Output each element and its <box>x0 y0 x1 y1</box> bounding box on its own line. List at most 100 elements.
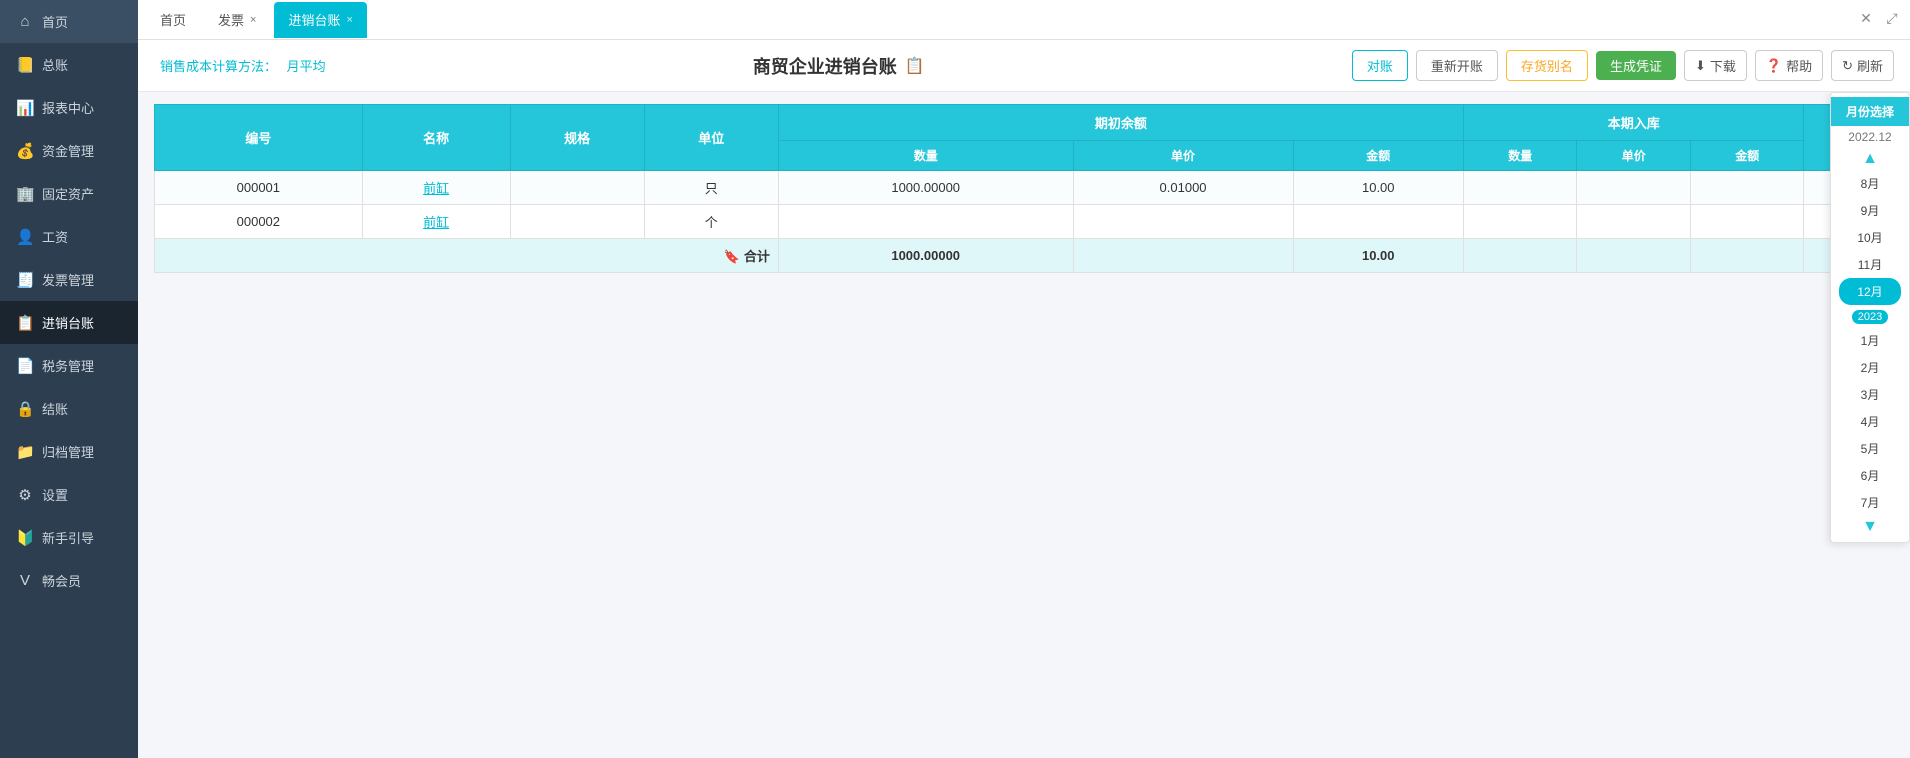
col-opening-balance: 期初余额 <box>778 105 1463 141</box>
save-alias-button[interactable]: 存货别名 <box>1506 50 1588 81</box>
month-3[interactable]: 3月 <box>1831 381 1909 408</box>
download-icon: ⬇ <box>1695 58 1706 74</box>
funds-icon: 💰 <box>16 142 34 160</box>
cost-method: 销售成本计算方法： 月平均 <box>154 56 326 75</box>
tab-label-inventory-ledger: 进销台账 <box>288 10 340 29</box>
month-panel: 月份选择 2022.12 ▲ 8月 9月 10月 11月 12月 2023 1月… <box>1830 92 1910 543</box>
sidebar-item-ledger[interactable]: 📒总账 <box>0 43 138 86</box>
sidebar-label-assets: 固定资产 <box>42 184 94 203</box>
col-current-in: 本期入库 <box>1463 105 1804 141</box>
sidebar-item-reports[interactable]: 📊报表中心 <box>0 86 138 129</box>
sidebar-item-home[interactable]: ⌂首页 <box>0 0 138 43</box>
sidebar-item-invoice-mgmt[interactable]: 🧾发票管理 <box>0 258 138 301</box>
cell-in-qty <box>1463 205 1577 239</box>
month-2[interactable]: 2月 <box>1831 354 1909 381</box>
table-area: 编号 名称 规格 单位 期初余额 本期入库 数 数量 单价 金额 数量 单价 <box>138 92 1910 758</box>
sidebar-item-funds[interactable]: 💰资金管理 <box>0 129 138 172</box>
tab-invoice[interactable]: 发票 × <box>204 2 270 38</box>
sidebar-label-closing: 结账 <box>42 399 68 418</box>
sidebar-item-member[interactable]: V 畅会员 <box>0 559 138 602</box>
month-1[interactable]: 1月 <box>1831 327 1909 354</box>
name-link[interactable]: 前缸 <box>423 181 449 196</box>
month-11[interactable]: 11月 <box>1831 251 1909 278</box>
total-open-price <box>1073 239 1293 273</box>
sidebar-item-closing[interactable]: 🔒结账 <box>0 387 138 430</box>
download-button[interactable]: ⬇ 下载 <box>1684 50 1747 81</box>
title-link-icon[interactable]: 📋 <box>905 56 925 76</box>
tab-close-invoice[interactable]: × <box>250 14 256 26</box>
toolbar-actions: 对账 重新开账 存货别名 生成凭证 ⬇ 下载 ❓ 帮助 ↻ 刷新 <box>1352 50 1894 81</box>
sidebar-item-archive[interactable]: 📁 归档管理 <box>0 430 138 473</box>
table-row: 000001 前缸 只 1000.00000 0.01000 10.00 <box>155 171 1894 205</box>
member-icon: V <box>16 572 34 589</box>
reopen-button[interactable]: 重新开账 <box>1416 50 1498 81</box>
sidebar-item-inventory[interactable]: 📋进销台账 <box>0 301 138 344</box>
tab-bar: 首页发票 × 进销台账 × <box>138 0 1910 40</box>
year-2022-label: 2022.12 <box>1831 126 1909 148</box>
tab-close-inventory-ledger[interactable]: × <box>346 14 352 26</box>
refresh-button[interactable]: ↻ 刷新 <box>1831 50 1894 81</box>
col-in-qty: 数量 <box>1463 141 1577 171</box>
assets-icon: 🏢 <box>16 185 34 203</box>
sidebar-item-payroll[interactable]: 👤 工资 <box>0 215 138 258</box>
month-6[interactable]: 6月 <box>1831 462 1909 489</box>
total-in-qty <box>1463 239 1577 273</box>
generate-voucher-button[interactable]: 生成凭证 <box>1596 51 1676 80</box>
invoice-mgmt-icon: 🧾 <box>16 271 34 289</box>
cost-method-label: 销售成本计算方法： <box>160 59 277 74</box>
sidebar-item-settings[interactable]: ⚙ 设置 <box>0 473 138 516</box>
col-open-qty: 数量 <box>778 141 1073 171</box>
page-header: 销售成本计算方法： 月平均 商贸企业进销台账 📋 对账 重新开账 存货别名 生成… <box>138 40 1910 92</box>
total-open-qty: 1000.00000 <box>778 239 1073 273</box>
sidebar-item-tax[interactable]: 📄税务管理 <box>0 344 138 387</box>
month-7[interactable]: 7月 <box>1831 489 1909 516</box>
month-8[interactable]: 8月 <box>1831 170 1909 197</box>
payroll-icon: 👤 <box>16 228 34 246</box>
name-link[interactable]: 前缸 <box>423 215 449 230</box>
guide-icon: 🔰 <box>16 529 34 547</box>
archive-icon: 📁 <box>16 443 34 461</box>
total-in-price <box>1577 239 1691 273</box>
maximize-button[interactable]: ⤢ <box>1882 8 1902 28</box>
month-4[interactable]: 4月 <box>1831 408 1909 435</box>
cell-name: 前缸 <box>362 205 510 239</box>
cell-code: 000002 <box>155 205 363 239</box>
help-button[interactable]: ❓ 帮助 <box>1755 50 1823 81</box>
sidebar-item-assets[interactable]: 🏢 固定资产 <box>0 172 138 215</box>
month-12-active[interactable]: 12月 <box>1839 278 1901 305</box>
help-icon: ❓ <box>1766 58 1782 74</box>
col-open-price: 单价 <box>1073 141 1293 171</box>
cell-name: 前缸 <box>362 171 510 205</box>
sidebar-item-guide[interactable]: 🔰新手引导 <box>0 516 138 559</box>
sidebar-label-archive: 归档管理 <box>42 442 94 461</box>
cell-spec <box>510 171 644 205</box>
scroll-up-button[interactable]: ▲ <box>1831 148 1909 170</box>
month-10[interactable]: 10月 <box>1831 224 1909 251</box>
col-name: 名称 <box>362 105 510 171</box>
tab-home[interactable]: 首页 <box>146 2 200 38</box>
sidebar-label-reports: 报表中心 <box>42 98 94 117</box>
main-area: 首页发票 × 进销台账 × 销售成本计算方法： 月平均 商贸企业进销台账 📋 对账 重… <box>138 0 1910 758</box>
refresh-icon: ↻ <box>1842 58 1853 74</box>
sidebar-label-member: 畅会员 <box>42 571 81 590</box>
reconcile-button[interactable]: 对账 <box>1352 50 1408 81</box>
tab-label-invoice: 发票 <box>218 10 244 29</box>
sidebar-label-payroll: 工资 <box>42 227 68 246</box>
sidebar-label-settings: 设置 <box>42 485 68 504</box>
settings-icon: ⚙ <box>16 486 34 504</box>
tab-inventory-ledger[interactable]: 进销台账 × <box>274 2 366 38</box>
cell-open-price: 0.01000 <box>1073 171 1293 205</box>
month-5[interactable]: 5月 <box>1831 435 1909 462</box>
close-button[interactable]: ✕ <box>1856 8 1876 28</box>
ledger-icon: 📒 <box>16 56 34 74</box>
col-in-price: 单价 <box>1577 141 1691 171</box>
sidebar: ⌂首页📒总账📊报表中心💰资金管理 🏢 固定资产 👤 工资 🧾发票管理📋进销台账📄税务管理🔒… <box>0 0 138 758</box>
scroll-down-button[interactable]: ▼ <box>1831 516 1909 538</box>
table-row: 000002 前缸 个 <box>155 205 1894 239</box>
home-icon: ⌂ <box>16 13 34 30</box>
col-in-amount: 金额 <box>1690 141 1804 171</box>
month-9[interactable]: 9月 <box>1831 197 1909 224</box>
tax-icon: 📄 <box>16 357 34 375</box>
cell-in-price <box>1577 171 1691 205</box>
col-code: 编号 <box>155 105 363 171</box>
